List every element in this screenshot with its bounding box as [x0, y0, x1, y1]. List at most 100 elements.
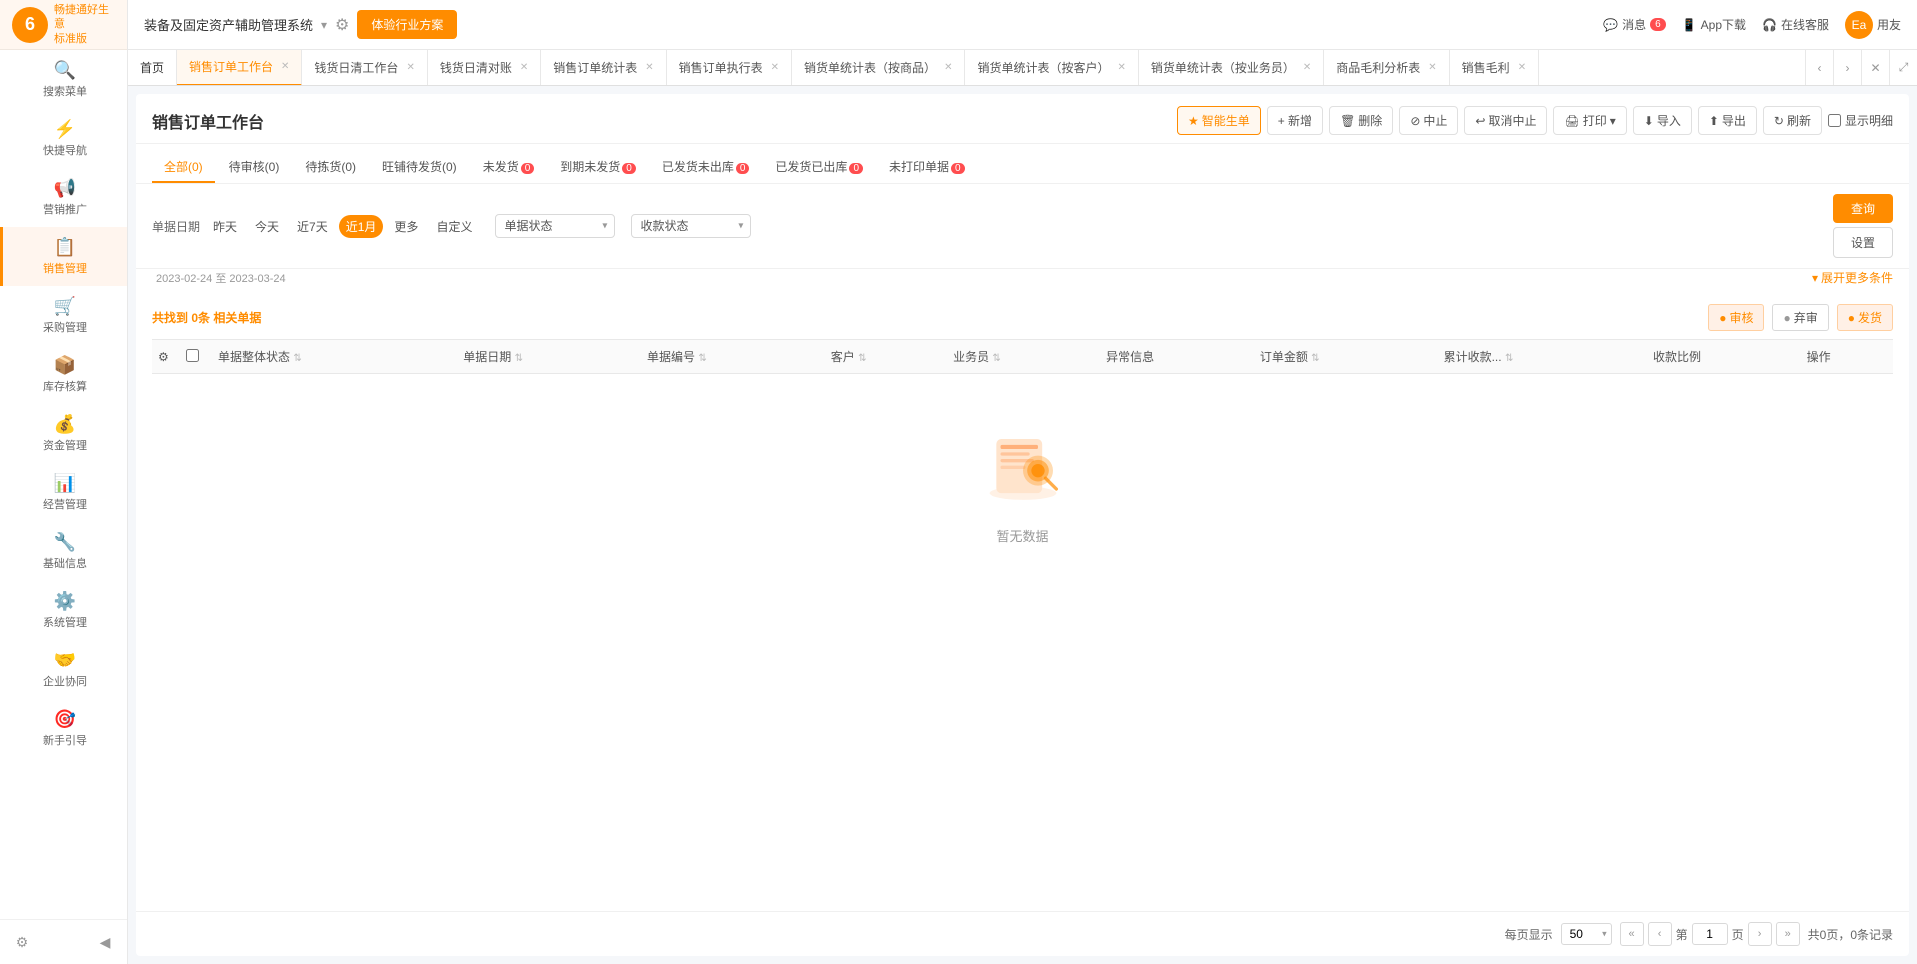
sidebar-item-经营管理[interactable]: 📊 经营管理 [0, 463, 127, 522]
sub-tab-0[interactable]: 全部(0) [152, 152, 215, 183]
tab-close-9[interactable]: ✕ [1428, 62, 1436, 73]
industry-btn[interactable]: 体验行业方案 [357, 10, 457, 39]
tab-5[interactable]: 销售订单执行表✕ [667, 50, 792, 86]
print-btn[interactable]: 🖨 打印 ▾ [1553, 106, 1626, 135]
column-settings-icon[interactable]: ⚙ [158, 350, 169, 364]
stop-btn[interactable]: ⊘ 中止 [1399, 106, 1458, 135]
review-btn[interactable]: ● 审核 [1708, 304, 1764, 331]
th-number: 单据编号 ⇅ [641, 340, 825, 374]
date-btn-4[interactable]: 更多 [387, 215, 425, 238]
page-total: 共0页，0条记录 [1808, 926, 1893, 943]
sub-tab-3[interactable]: 旺铺待发货(0) [370, 152, 469, 183]
tab-maximize-btn[interactable]: ⤢ [1889, 50, 1917, 86]
sort-icon-collected[interactable]: ⇅ [1505, 353, 1513, 364]
query-btn[interactable]: 查询 [1833, 194, 1893, 223]
sort-icon-number[interactable]: ⇅ [698, 353, 706, 364]
sidebar-item-新手引导[interactable]: 🎯 新手引导 [0, 699, 127, 758]
expand-filter-btn[interactable]: ▾ 展开更多条件 [1812, 269, 1893, 286]
tab-6[interactable]: 销货单统计表（按商品）✕ [792, 50, 965, 86]
tab-close-4[interactable]: ✕ [645, 62, 653, 73]
show-detail-checkbox[interactable]: 显示明细 [1828, 112, 1893, 129]
ship-btn[interactable]: ● 发货 [1837, 304, 1893, 331]
show-detail-input[interactable] [1828, 114, 1841, 127]
tab-close-all-btn[interactable]: ✕ [1861, 50, 1889, 86]
cancel-stop-btn[interactable]: ↩ 取消中止 [1464, 106, 1547, 135]
tab-close-10[interactable]: ✕ [1518, 62, 1526, 73]
sub-tab-label-0: 全部(0) [164, 160, 203, 174]
tab-close-1[interactable]: ✕ [281, 61, 289, 72]
tab-9[interactable]: 商品毛利分析表✕ [1324, 50, 1449, 86]
system-title-dropdown-icon[interactable]: ▾ [321, 18, 327, 32]
date-btn-2[interactable]: 近7天 [290, 215, 335, 238]
collapse-icon[interactable]: ◀ [91, 928, 119, 956]
sidebar-item-基础信息[interactable]: 🔧 基础信息 [0, 522, 127, 581]
status-select[interactable]: 单据状态 [495, 214, 615, 238]
sidebar-item-企业协同[interactable]: 🤝 企业协同 [0, 640, 127, 699]
last-page-btn[interactable]: » [1776, 922, 1800, 946]
payment-select[interactable]: 收款状态 [631, 214, 751, 238]
sub-tab-6[interactable]: 已发货未出库0 [650, 152, 762, 183]
refresh-btn[interactable]: ↻ 刷新 [1763, 106, 1822, 135]
sub-tab-5[interactable]: 到期未发货0 [548, 152, 648, 183]
user-menu[interactable]: Ea 用友 [1845, 11, 1901, 39]
sidebar-nav: 🔍 搜索菜单 ⚡ 快捷导航 📢 营销推广 📋 销售管理 🛒 采购管理 📦 库存核… [0, 50, 127, 919]
tab-close-2[interactable]: ✕ [406, 62, 414, 73]
tab-2[interactable]: 钱货日清工作台✕ [302, 50, 427, 86]
sidebar-item-采购管理[interactable]: 🛒 采购管理 [0, 286, 127, 345]
sub-tab-1[interactable]: 待审核(0) [217, 152, 292, 183]
sidebar-item-营销推广[interactable]: 📢 营销推广 [0, 168, 127, 227]
sort-icon-salesperson[interactable]: ⇅ [992, 353, 1000, 364]
tab-7[interactable]: 销货单统计表（按客户）✕ [965, 50, 1138, 86]
system-settings-icon[interactable]: ⚙ [335, 15, 349, 35]
delete-btn[interactable]: 🗑 删除 [1329, 106, 1393, 135]
abandon-review-btn[interactable]: ● 弃审 [1772, 304, 1828, 331]
sidebar-item-系统管理[interactable]: ⚙️ 系统管理 [0, 581, 127, 640]
sidebar-item-销售管理[interactable]: 📋 销售管理 [0, 227, 127, 286]
sub-tab-7[interactable]: 已发货已出库0 [763, 152, 875, 183]
per-page-select[interactable]: 50 100 200 [1561, 923, 1612, 945]
tab-close-8[interactable]: ✕ [1303, 62, 1311, 73]
tab-10[interactable]: 销售毛利✕ [1450, 50, 1539, 86]
app-download-btn[interactable]: 📱 App下载 [1682, 16, 1746, 33]
tab-close-5[interactable]: ✕ [771, 62, 779, 73]
date-btn-3[interactable]: 近1月 [339, 215, 384, 238]
next-page-btn[interactable]: › [1748, 922, 1772, 946]
select-all-checkbox[interactable] [186, 349, 199, 362]
sidebar-item-库存核算[interactable]: 📦 库存核算 [0, 345, 127, 404]
page-input[interactable] [1692, 923, 1728, 945]
sub-tab-2[interactable]: 待拣货(0) [293, 152, 368, 183]
prev-page-btn[interactable]: ‹ [1648, 922, 1672, 946]
tab-4[interactable]: 销售订单统计表✕ [541, 50, 666, 86]
sub-tab-8[interactable]: 未打印单据0 [877, 152, 977, 183]
date-btn-0[interactable]: 昨天 [206, 215, 244, 238]
tab-close-7[interactable]: ✕ [1117, 62, 1125, 73]
message-btn[interactable]: 💬 消息 6 [1603, 16, 1666, 33]
sidebar-item-快捷导航[interactable]: ⚡ 快捷导航 [0, 109, 127, 168]
setting-btn[interactable]: 设置 [1833, 227, 1893, 258]
sort-icon-date[interactable]: ⇅ [515, 353, 523, 364]
tab-next-btn[interactable]: › [1833, 50, 1861, 86]
sort-icon-status[interactable]: ⇅ [293, 353, 301, 364]
tab-8[interactable]: 销货单统计表（按业务员）✕ [1139, 50, 1324, 86]
smart-create-btn[interactable]: ★ 智能生单 [1177, 106, 1261, 135]
sidebar-item-搜索菜单[interactable]: 🔍 搜索菜单 [0, 50, 127, 109]
date-btn-5[interactable]: 自定义 [429, 215, 479, 238]
tab-close-3[interactable]: ✕ [520, 62, 528, 73]
import-btn[interactable]: ⬇ 导入 [1633, 106, 1692, 135]
date-btn-1[interactable]: 今天 [248, 215, 286, 238]
tab-0[interactable]: 首页 [128, 50, 177, 86]
sort-icon-customer[interactable]: ⇅ [858, 353, 866, 364]
tab-close-6[interactable]: ✕ [944, 62, 952, 73]
first-page-btn[interactable]: « [1620, 922, 1644, 946]
sub-tab-4[interactable]: 未发货0 [471, 152, 547, 183]
tab-3[interactable]: 钱货日清对账✕ [428, 50, 541, 86]
sort-icon-amount[interactable]: ⇅ [1311, 353, 1319, 364]
new-btn[interactable]: + 新增 [1267, 106, 1323, 135]
settings-bottom-icon[interactable]: ⚙ [8, 928, 36, 956]
tab-prev-btn[interactable]: ‹ [1805, 50, 1833, 86]
online-service-btn[interactable]: 🎧 在线客服 [1762, 16, 1829, 33]
ship-dot: ● [1848, 311, 1855, 325]
sidebar-item-资金管理[interactable]: 💰 资金管理 [0, 404, 127, 463]
export-btn[interactable]: ⬆ 导出 [1698, 106, 1757, 135]
tab-1[interactable]: 销售订单工作台✕ [177, 50, 302, 86]
